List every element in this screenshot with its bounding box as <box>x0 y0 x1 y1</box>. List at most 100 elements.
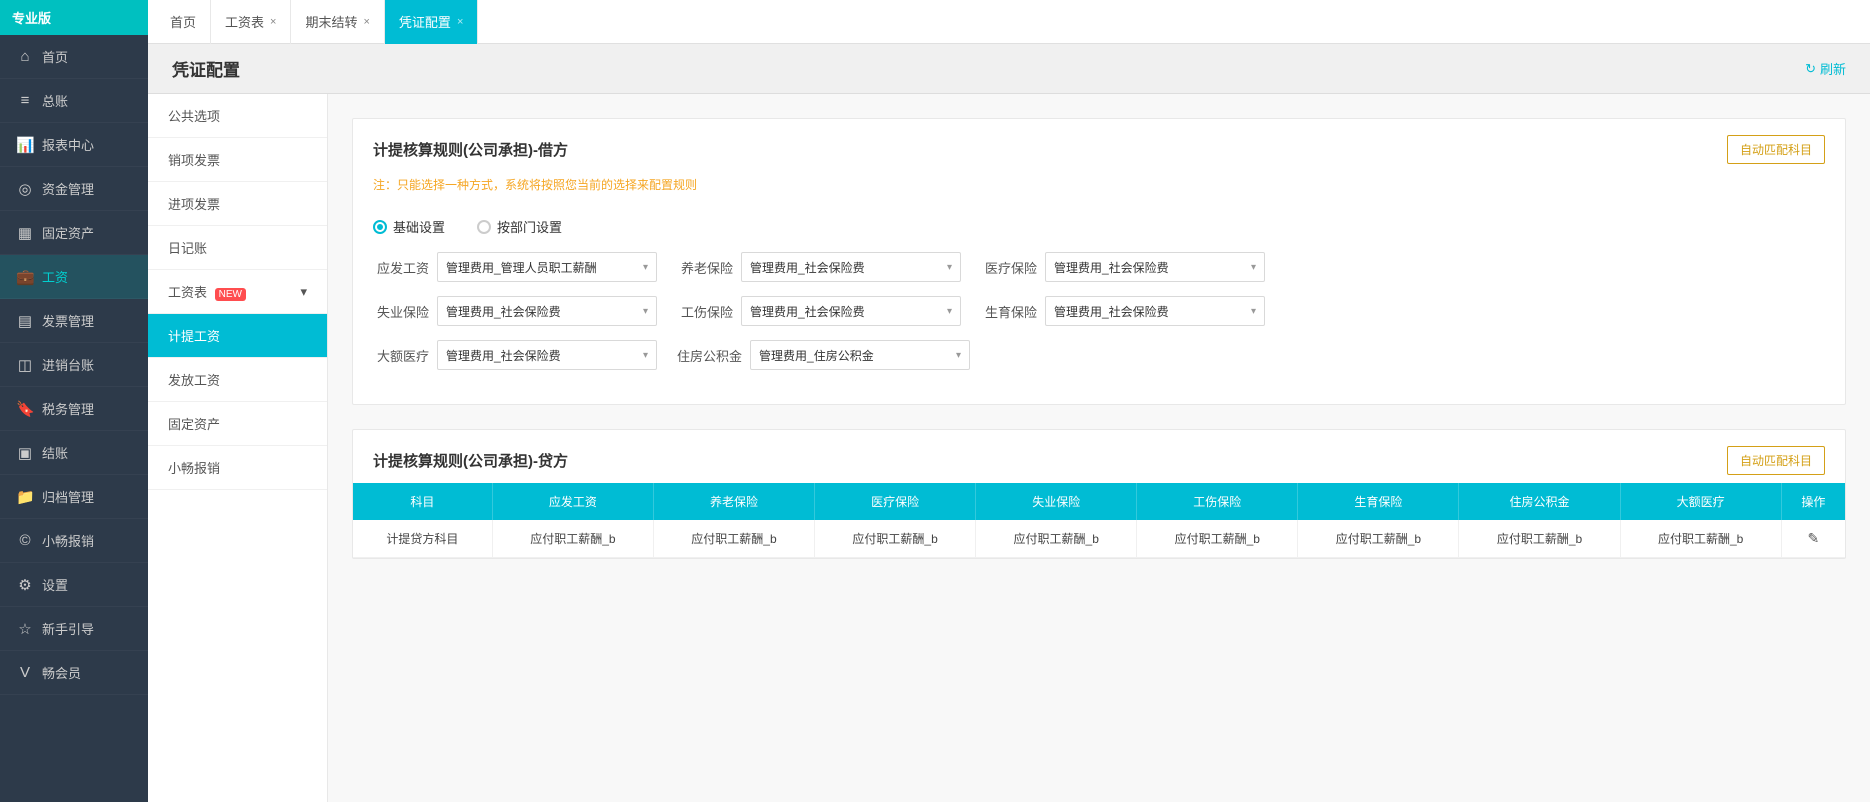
th-injury: 工伤保险 <box>1137 483 1298 520</box>
sidebar-item-vip[interactable]: V 畅会员 <box>0 651 148 695</box>
inner-nav-purchase-invoice[interactable]: 进项发票 <box>148 182 327 226</box>
tab-home[interactable]: 首页 <box>156 0 211 44</box>
auto-match-credit-button[interactable]: 自动匹配科目 <box>1727 446 1825 475</box>
inner-nav-fixed-assets[interactable]: 固定资产 <box>148 402 327 446</box>
inner-nav-calc-salary[interactable]: 计提工资 <box>148 314 327 358</box>
label-large-medical: 大额医疗 <box>373 346 429 365</box>
radio-dept[interactable]: 按部门设置 <box>477 217 562 236</box>
radio-dept-circle <box>477 220 491 234</box>
sidebar-item-invoice[interactable]: ▤ 发票管理 <box>0 299 148 343</box>
section1-body: 基础设置 按部门设置 应发工资 <box>353 205 1845 404</box>
section-debit: 计提核算规则(公司承担)-借方 自动匹配科目 注：只能选择一种方式，系统将按照您… <box>352 118 1846 405</box>
radio-dept-label: 按部门设置 <box>497 217 562 236</box>
inner-nav-xiaochang-expense[interactable]: 小畅报销 <box>148 446 327 490</box>
section1-header: 计提核算规则(公司承担)-借方 自动匹配科目 <box>353 119 1845 172</box>
label-salary: 应发工资 <box>373 258 429 277</box>
page-content: 凭证配置 ↻ 刷新 公共选项 销项发票 进项发票 日记账 <box>148 44 1870 802</box>
edit-icon[interactable]: ✎ <box>1807 530 1819 546</box>
inner-nav-pay-salary[interactable]: 发放工资 <box>148 358 327 402</box>
tab-payroll[interactable]: 工资表 × <box>211 0 291 44</box>
sidebar-item-label: 税务管理 <box>42 399 94 418</box>
sidebar-item-label: 归档管理 <box>42 487 94 506</box>
sidebar-item-fund[interactable]: ◎ 资金管理 <box>0 167 148 211</box>
app-title: 专业版 <box>0 0 148 35</box>
select-injury[interactable]: 管理费用_社会保险费 ▾ <box>741 296 961 326</box>
td-large-medical-val: 应付职工薪酬_b <box>1620 520 1781 558</box>
home-icon: ⌂ <box>16 48 34 65</box>
select-maternity[interactable]: 管理费用_社会保险费 ▾ <box>1045 296 1265 326</box>
refresh-label: 刷新 <box>1820 59 1846 78</box>
field-salary: 应发工资 管理费用_管理人员职工薪酬 ▾ <box>373 252 657 282</box>
tab-payroll-close[interactable]: × <box>270 16 276 28</box>
select-large-medical[interactable]: 管理费用_社会保险费 ▾ <box>437 340 657 370</box>
td-subject: 计提贷方科目 <box>353 520 492 558</box>
radio-basic[interactable]: 基础设置 <box>373 217 445 236</box>
inner-nav-public[interactable]: 公共选项 <box>148 94 327 138</box>
select-salary[interactable]: 管理费用_管理人员职工薪酬 ▾ <box>437 252 657 282</box>
refresh-button[interactable]: ↻ 刷新 <box>1805 59 1846 78</box>
select-salary-value: 管理费用_管理人员职工薪酬 <box>446 259 643 276</box>
chevron-pension: ▾ <box>947 262 952 273</box>
sidebar-item-label: 新手引导 <box>42 619 94 638</box>
sidebar-item-tax[interactable]: 🔖 税务管理 <box>0 387 148 431</box>
section1-title: 计提核算规则(公司承担)-借方 <box>373 139 568 160</box>
label-maternity: 生育保险 <box>981 302 1037 321</box>
td-action[interactable]: ✎ <box>1781 520 1845 558</box>
select-medical[interactable]: 管理费用_社会保险费 ▾ <box>1045 252 1265 282</box>
page-header: 凭证配置 ↻ 刷新 <box>148 44 1870 94</box>
sidebar-item-close[interactable]: ▣ 结账 <box>0 431 148 475</box>
sidebar-item-xiaochang[interactable]: © 小畅报销 <box>0 519 148 563</box>
settings-icon: ⚙ <box>16 576 34 594</box>
vip-icon: V <box>16 664 34 681</box>
asset-icon: ▦ <box>16 224 34 242</box>
sidebar-item-asset[interactable]: ▦ 固定资产 <box>0 211 148 255</box>
inner-nav-sales-invoice[interactable]: 销项发票 <box>148 138 327 182</box>
th-action: 操作 <box>1781 483 1845 520</box>
field-unemployment: 失业保险 管理费用_社会保险费 ▾ <box>373 296 657 326</box>
tab-period-end-close[interactable]: × <box>363 16 369 28</box>
sidebar-item-home[interactable]: ⌂ 首页 <box>0 35 148 79</box>
expand-icon: ▾ <box>300 284 307 300</box>
sidebar-item-label: 首页 <box>42 47 68 66</box>
xiaochang-icon: © <box>16 532 34 549</box>
sidebar-item-inventory[interactable]: ◫ 进销台账 <box>0 343 148 387</box>
report-icon: 📊 <box>16 136 34 154</box>
select-injury-value: 管理费用_社会保险费 <box>750 303 947 320</box>
tab-voucher-config[interactable]: 凭证配置 × <box>385 0 478 44</box>
sidebar-item-label: 总账 <box>42 91 68 110</box>
chevron-injury: ▾ <box>947 306 952 317</box>
auto-match-debit-button[interactable]: 自动匹配科目 <box>1727 135 1825 164</box>
tab-period-end[interactable]: 期末结转 × <box>291 0 384 44</box>
label-housing-fund: 住房公积金 <box>677 346 742 365</box>
tab-bar: 首页 工资表 × 期末结转 × 凭证配置 × <box>148 0 1870 44</box>
select-unemployment[interactable]: 管理费用_社会保险费 ▾ <box>437 296 657 326</box>
sidebar-item-label: 工资 <box>42 267 68 286</box>
chevron-unemployment: ▾ <box>643 306 648 317</box>
close-account-icon: ▣ <box>16 444 34 462</box>
inner-nav-payroll-table[interactable]: 工资表 NEW ▾ <box>148 270 327 314</box>
tab-home-label: 首页 <box>170 12 196 31</box>
radio-group: 基础设置 按部门设置 <box>373 217 1825 236</box>
select-pension[interactable]: 管理费用_社会保险费 ▾ <box>741 252 961 282</box>
sidebar-item-label: 资金管理 <box>42 179 94 198</box>
select-housing-fund[interactable]: 管理费用_住房公积金 ▾ <box>750 340 970 370</box>
sidebar-item-label: 畅会员 <box>42 663 81 682</box>
sidebar-item-guide[interactable]: ☆ 新手引导 <box>0 607 148 651</box>
td-housing-val: 应付职工薪酬_b <box>1459 520 1620 558</box>
th-salary: 应发工资 <box>492 483 653 520</box>
sidebar-item-salary[interactable]: 💼 工资 <box>0 255 148 299</box>
field-housing-fund: 住房公积金 管理费用_住房公积金 ▾ <box>677 340 970 370</box>
section2-body: 科目 应发工资 养老保险 医疗保险 失业保险 工伤保险 生育保险 住房公积金 大… <box>353 483 1845 558</box>
sidebar-item-settings[interactable]: ⚙ 设置 <box>0 563 148 607</box>
sidebar-item-archive[interactable]: 📁 归档管理 <box>0 475 148 519</box>
select-unemployment-value: 管理费用_社会保险费 <box>446 303 643 320</box>
section-credit: 计提核算规则(公司承担)-贷方 自动匹配科目 科目 应发工资 养老保险 医疗保险 <box>352 429 1846 559</box>
tax-icon: 🔖 <box>16 400 34 418</box>
tab-period-end-label: 期末结转 <box>305 12 357 31</box>
select-housing-fund-value: 管理费用_住房公积金 <box>759 347 956 364</box>
sidebar-item-report[interactable]: 📊 报表中心 <box>0 123 148 167</box>
tab-voucher-config-close[interactable]: × <box>457 16 463 28</box>
inner-nav-journal[interactable]: 日记账 <box>148 226 327 270</box>
sidebar-item-ledger[interactable]: ≡ 总账 <box>0 79 148 123</box>
th-large-medical: 大额医疗 <box>1620 483 1781 520</box>
